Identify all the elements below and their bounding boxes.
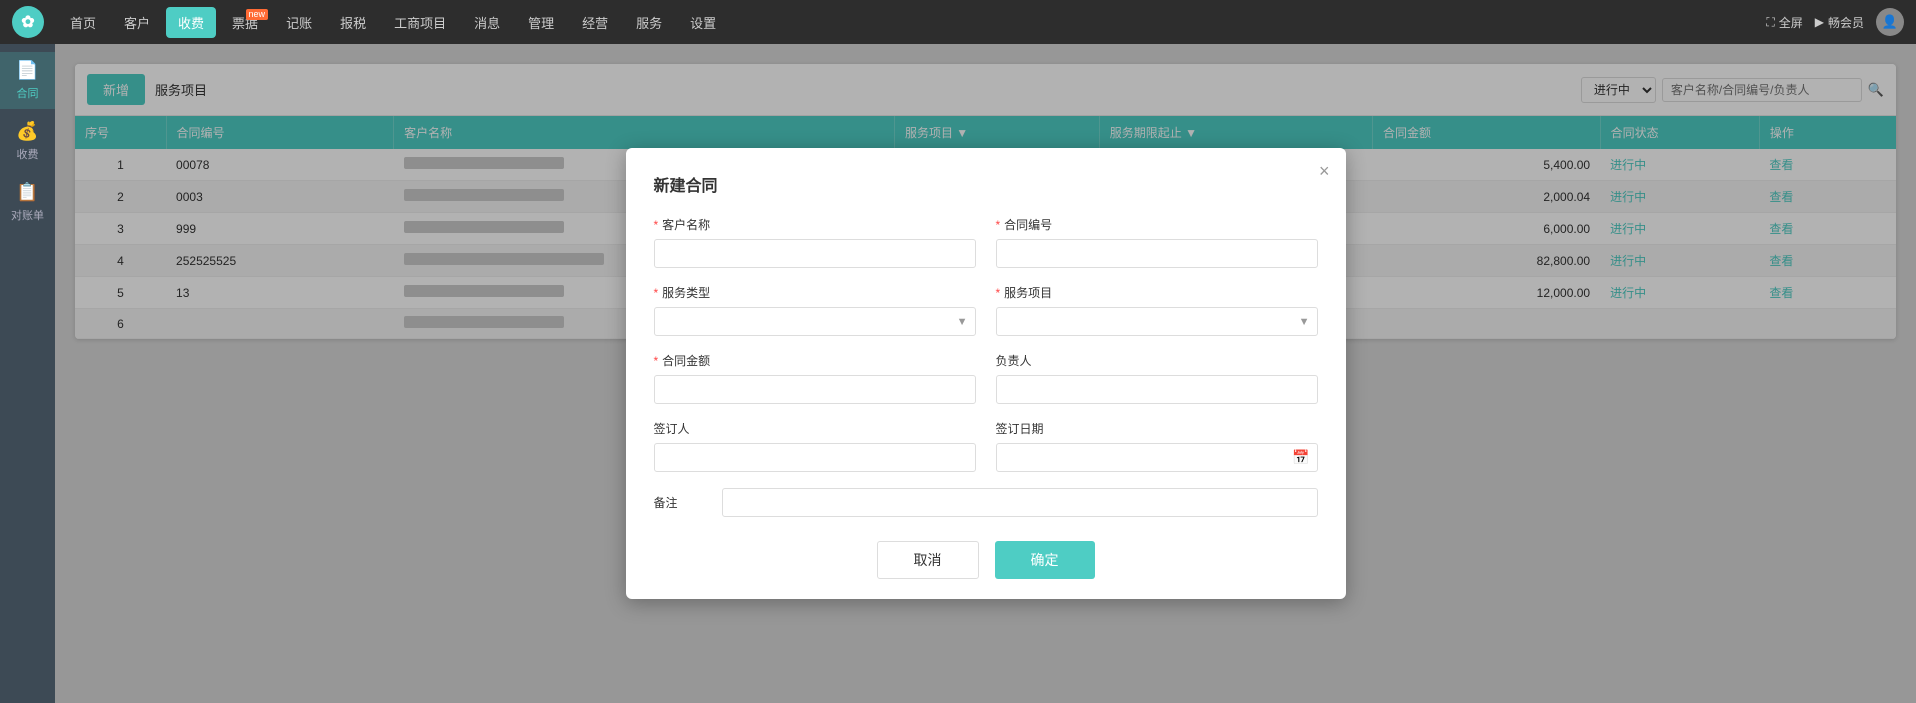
label-customer: * 客户名称	[654, 216, 976, 233]
label-service-item: * 服务项目	[996, 284, 1318, 301]
nav-customer[interactable]: 客户	[112, 7, 162, 38]
nav-bookkeeping[interactable]: 记账	[274, 7, 324, 38]
field-amount: * 合同金额 0.00	[654, 352, 976, 404]
reconcile-icon: 📋	[16, 182, 38, 203]
input-amount[interactable]: 0.00	[654, 375, 976, 404]
service-item-select-wrap: ▼	[996, 307, 1318, 336]
fullscreen-icon: ⛶	[1766, 15, 1774, 30]
sidebar-item-billing[interactable]: 💰 收费	[0, 113, 55, 170]
label-signer: 签订人	[654, 420, 976, 437]
nav-management[interactable]: 管理	[516, 7, 566, 38]
field-note: 备注	[654, 488, 1318, 517]
nav-messages[interactable]: 消息	[462, 7, 512, 38]
nav-tax[interactable]: 报税	[328, 7, 378, 38]
field-customer: * 客户名称	[654, 216, 976, 268]
label-note: 备注	[654, 494, 714, 511]
input-sign-date[interactable]: 2023-06-06	[996, 443, 1318, 472]
app-logo: ✿	[12, 6, 44, 38]
sidebar-label-billing: 收费	[17, 146, 39, 162]
confirm-button[interactable]: 确定	[995, 541, 1095, 579]
sidebar-item-contract[interactable]: 📄 合同	[0, 52, 55, 109]
nav-right-area: ⛶ 全屏 ▶ 畅会员 👤	[1766, 8, 1904, 36]
new-contract-modal: 新建合同 × * 客户名称 * 合	[626, 148, 1346, 599]
sidebar: 📄 合同 💰 收费 📋 对账单	[0, 44, 55, 703]
fullscreen-button[interactable]: ⛶ 全屏	[1766, 14, 1802, 31]
nav-settings[interactable]: 设置	[678, 7, 728, 38]
field-service-type: * 服务类型 ▼	[654, 284, 976, 336]
service-type-select-wrap: ▼	[654, 307, 976, 336]
modal-overlay: 新建合同 × * 客户名称 * 合	[55, 44, 1916, 703]
field-signer: 签订人	[654, 420, 976, 472]
modal-title: 新建合同	[654, 172, 1318, 196]
nav-billing[interactable]: 收费	[166, 7, 216, 38]
member-button[interactable]: ▶ 畅会员	[1815, 14, 1864, 31]
select-service-item[interactable]	[996, 307, 1318, 336]
label-service-type: * 服务类型	[654, 284, 976, 301]
field-sign-date: 签订日期 2023-06-06 📅	[996, 420, 1318, 472]
label-responsible: 负责人	[996, 352, 1318, 369]
app-body: 📄 合同 💰 收费 📋 对账单 新增 服务项目 进行中 🔍	[0, 44, 1916, 703]
input-signer[interactable]	[654, 443, 976, 472]
cancel-button[interactable]: 取消	[877, 541, 979, 579]
input-note[interactable]	[722, 488, 1318, 517]
member-icon: ▶	[1815, 15, 1824, 29]
nav-operation[interactable]: 经营	[570, 7, 620, 38]
label-contract-no: * 合同编号	[996, 216, 1318, 233]
calendar-icon[interactable]: 📅	[1292, 449, 1309, 466]
nav-industrial[interactable]: 工商项目	[382, 7, 458, 38]
logo-icon: ✿	[21, 12, 34, 32]
input-responsible[interactable]	[996, 375, 1318, 404]
select-service-type[interactable]	[654, 307, 976, 336]
sidebar-label-contract: 合同	[17, 85, 39, 101]
field-service-item: * 服务项目 ▼	[996, 284, 1318, 336]
nav-home[interactable]: 首页	[58, 7, 108, 38]
contract-icon: 📄	[16, 60, 38, 81]
avatar[interactable]: 👤	[1876, 8, 1904, 36]
billing-icon: 💰	[16, 121, 38, 142]
nav-invoice[interactable]: 票据 new	[220, 7, 270, 38]
main-content: 新增 服务项目 进行中 🔍 序号 合同编号 客户名称 服	[55, 44, 1916, 703]
label-amount: * 合同金额	[654, 352, 976, 369]
modal-form: * 客户名称 * 合同编号	[654, 216, 1318, 472]
date-wrap: 2023-06-06 📅	[996, 443, 1318, 472]
input-customer[interactable]	[654, 239, 976, 268]
top-navigation: ✿ 首页 客户 收费 票据 new 记账 报税 工商项目 消息 管理 经营 服务…	[0, 0, 1916, 44]
label-sign-date: 签订日期	[996, 420, 1318, 437]
new-badge: new	[246, 9, 269, 20]
modal-close-button[interactable]: ×	[1319, 162, 1330, 180]
field-contract-no: * 合同编号	[996, 216, 1318, 268]
modal-footer: 取消 确定	[654, 541, 1318, 579]
field-responsible: 负责人	[996, 352, 1318, 404]
nav-service[interactable]: 服务	[624, 7, 674, 38]
input-contract-no[interactable]	[996, 239, 1318, 268]
sidebar-item-reconcile[interactable]: 📋 对账单	[0, 174, 55, 231]
sidebar-label-reconcile: 对账单	[11, 207, 44, 223]
